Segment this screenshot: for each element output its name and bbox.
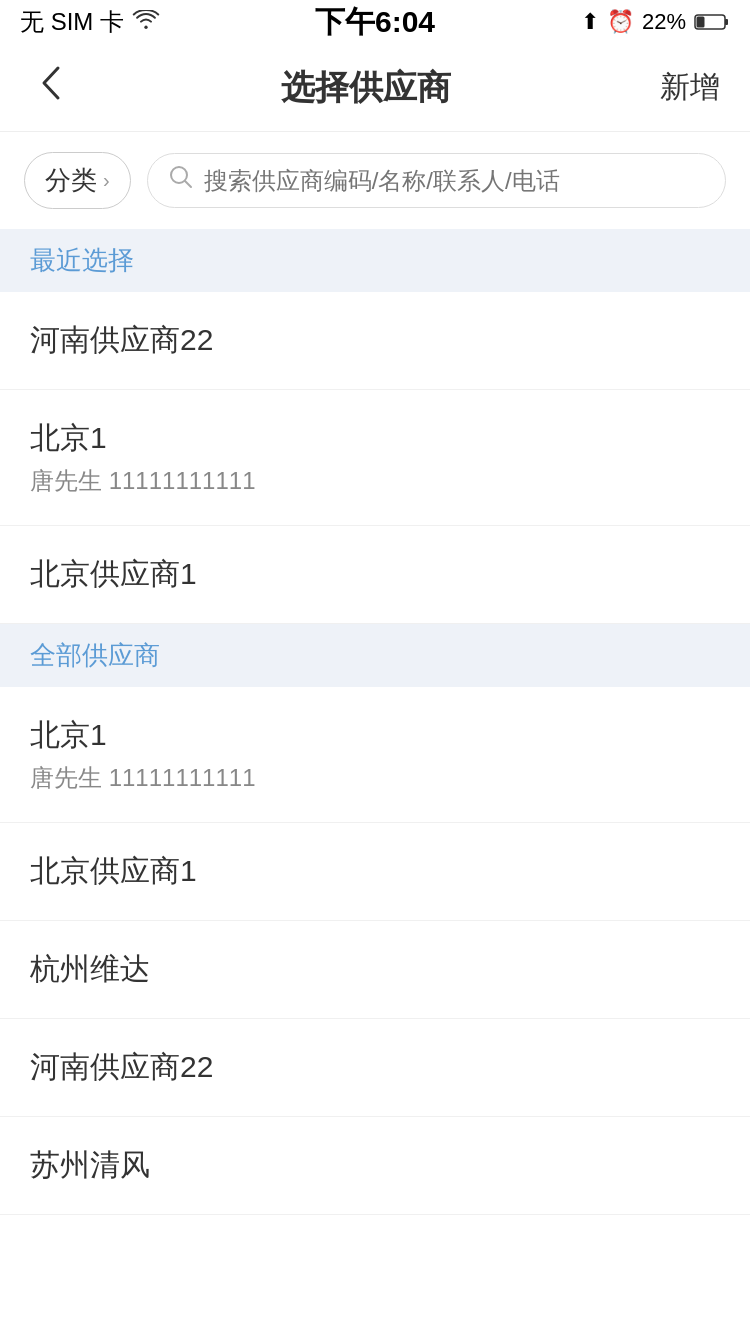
list-item[interactable]: 北京供应商1: [0, 823, 750, 921]
recent-section-header: 最近选择: [0, 229, 750, 292]
list-item[interactable]: 河南供应商22: [0, 292, 750, 390]
list-item[interactable]: 河南供应商22: [0, 1019, 750, 1117]
filter-bar: 分类 ›: [0, 132, 750, 229]
list-item[interactable]: 北京1 唐先生 11111111111: [0, 390, 750, 526]
search-icon: [168, 164, 194, 197]
add-button[interactable]: 新增: [660, 67, 720, 108]
alarm-icon: ⏰: [607, 9, 634, 35]
all-section-label: 全部供应商: [30, 640, 160, 670]
category-button[interactable]: 分类 ›: [24, 152, 131, 209]
list-item[interactable]: 北京1 唐先生 11111111111: [0, 687, 750, 823]
svg-rect-1: [697, 17, 705, 28]
page-title: 选择供应商: [281, 65, 451, 111]
battery-label: 22%: [642, 9, 686, 35]
carrier-label: 无 SIM 卡: [20, 6, 124, 38]
recent-section-label: 最近选择: [30, 245, 134, 275]
status-left: 无 SIM 卡: [20, 6, 160, 38]
recent-items-list: 河南供应商22 北京1 唐先生 11111111111 北京供应商1: [0, 292, 750, 624]
list-item[interactable]: 北京供应商1: [0, 526, 750, 624]
svg-rect-2: [725, 19, 728, 25]
list-item[interactable]: 苏州清风: [0, 1117, 750, 1215]
status-right: ⬆ ⏰ 22%: [581, 9, 730, 35]
battery-icon: [694, 13, 730, 31]
all-items-list: 北京1 唐先生 11111111111 北京供应商1 杭州维达 河南供应商22 …: [0, 687, 750, 1215]
category-label: 分类: [45, 163, 97, 198]
list-item[interactable]: 杭州维达: [0, 921, 750, 1019]
search-box[interactable]: [147, 153, 726, 208]
status-bar: 无 SIM 卡 下午6:04 ⬆ ⏰ 22%: [0, 0, 750, 44]
wifi-icon: [132, 8, 160, 36]
status-time: 下午6:04: [315, 2, 435, 43]
location-icon: ⬆: [581, 9, 599, 35]
chevron-right-icon: ›: [103, 169, 110, 192]
nav-bar: 选择供应商 新增: [0, 44, 750, 132]
back-button[interactable]: [30, 54, 72, 121]
search-input[interactable]: [204, 167, 705, 195]
all-section-header: 全部供应商: [0, 624, 750, 687]
